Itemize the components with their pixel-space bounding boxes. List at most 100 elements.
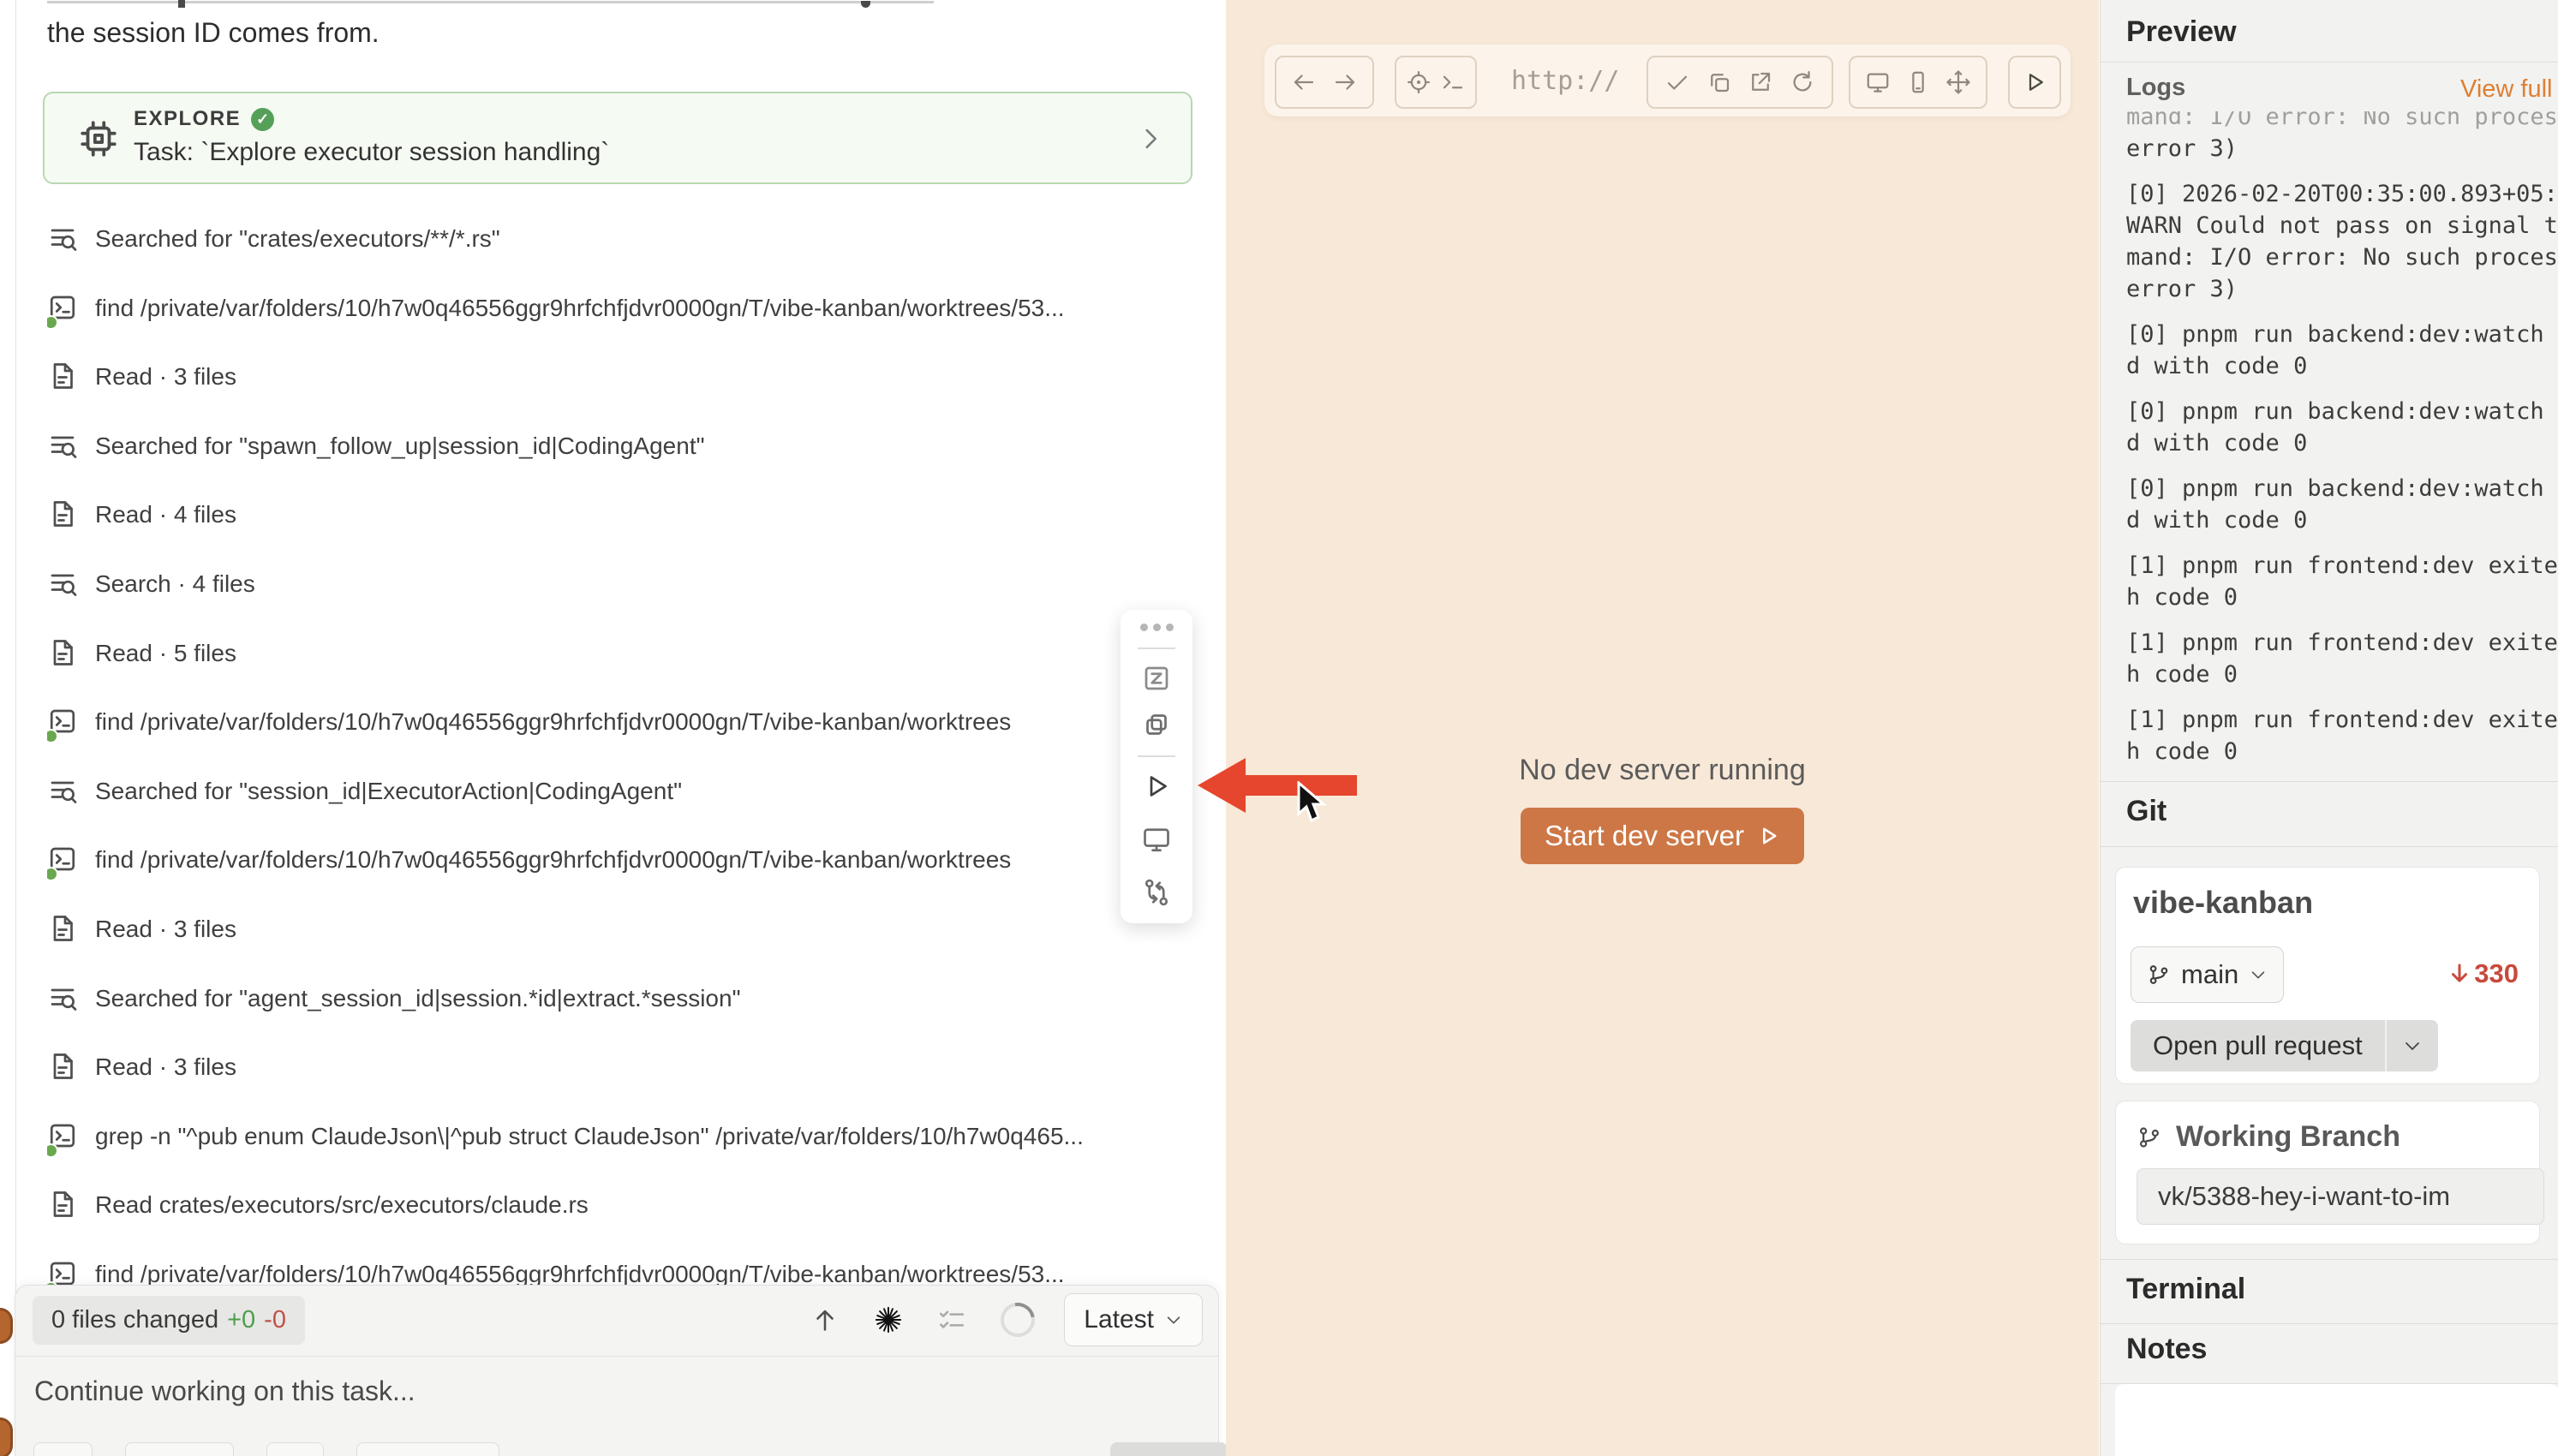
scratchpad-button[interactable] bbox=[1141, 663, 1172, 694]
sparkle-icon[interactable] bbox=[874, 1305, 903, 1334]
activity-item[interactable]: Read · 4 files bbox=[47, 493, 1204, 536]
activity-item[interactable]: Searched for "crates/executors/**/*.rs" bbox=[47, 218, 1204, 260]
log-line: error 3) bbox=[2126, 135, 2238, 162]
move-tool-icon[interactable] bbox=[1945, 69, 1971, 95]
activity-item[interactable]: Read · 3 files bbox=[47, 1046, 1204, 1089]
explore-task-card[interactable]: EXPLORE ✓ Task: `Explore executor sessio… bbox=[43, 92, 1192, 184]
activity-item[interactable]: Searched for "spawn_follow_up|session_id… bbox=[47, 425, 1204, 468]
activity-item[interactable]: Searched for "agent_session_id|session.*… bbox=[47, 977, 1204, 1020]
start-dev-server-button[interactable]: Start dev server bbox=[1521, 808, 1804, 864]
git-section-title: Git bbox=[2126, 795, 2167, 827]
attempt-version-dropdown[interactable]: Latest bbox=[1064, 1293, 1203, 1346]
base-branch-dropdown[interactable]: main bbox=[2131, 946, 2285, 1003]
terminal-prompt-icon[interactable] bbox=[1440, 69, 1466, 95]
branch-icon bbox=[2137, 1125, 2162, 1150]
log-line: [1] pnpm run frontend:dev exited wit bbox=[2126, 552, 2558, 579]
activity-item[interactable]: find /private/var/folders/10/h7w0q46556g… bbox=[47, 701, 1204, 743]
pr-options-dropdown[interactable] bbox=[2384, 1020, 2438, 1071]
back-icon[interactable] bbox=[1291, 69, 1317, 95]
composer-action-button[interactable] bbox=[33, 1442, 93, 1456]
activity-text: Searched for "crates/executors/**/*.rs" bbox=[95, 225, 500, 252]
open-external-icon[interactable] bbox=[1748, 69, 1773, 95]
activity-text: find /private/var/folders/10/h7w0q46556g… bbox=[95, 295, 1065, 321]
view-full-logs-link[interactable]: View full logs bbox=[2460, 75, 2558, 104]
activity-item[interactable]: find /private/var/folders/10/h7w0q46556g… bbox=[47, 287, 1204, 330]
git-actions-button[interactable] bbox=[1141, 877, 1172, 908]
composer-action-button[interactable] bbox=[125, 1442, 234, 1456]
composer-send-button[interactable] bbox=[1110, 1442, 1226, 1456]
copy-panels-button[interactable] bbox=[1141, 709, 1172, 740]
refresh-icon[interactable] bbox=[1790, 69, 1815, 95]
edge-decoration bbox=[0, 1308, 13, 1344]
browser-toolbar: http:// bbox=[1264, 45, 2071, 116]
notes-editor[interactable] bbox=[2115, 1384, 2558, 1456]
drag-handle[interactable] bbox=[1121, 624, 1192, 631]
log-entry: [0] pnpm run backend:dev:watch exite d wi… bbox=[2126, 396, 2558, 459]
notes-section-title[interactable]: Notes bbox=[2126, 1333, 2207, 1366]
log-line: h code 0 bbox=[2126, 738, 2238, 765]
mobile-view-icon[interactable] bbox=[1905, 69, 1931, 95]
file-icon bbox=[47, 636, 80, 671]
run-icon[interactable] bbox=[2022, 69, 2047, 95]
repo-name: vibe-kanban bbox=[2133, 885, 2314, 920]
url-field[interactable]: http:// bbox=[1511, 45, 1623, 116]
activity-text: grep -n "^pub enum ClaudeJson\|^pub stru… bbox=[95, 1123, 1084, 1149]
desktop-view-icon[interactable] bbox=[1865, 69, 1891, 95]
target-icon[interactable] bbox=[1406, 69, 1431, 95]
log-line: [1] pnpm run frontend:dev exited wit bbox=[2126, 630, 2558, 656]
base-branch-label: main bbox=[2181, 959, 2239, 989]
log-line: [0] pnpm run backend:dev:watch exite bbox=[2126, 475, 2558, 502]
edge-decoration bbox=[0, 1417, 13, 1456]
activity-item[interactable]: Read · 3 files bbox=[47, 355, 1204, 398]
mouse-cursor bbox=[1297, 781, 1328, 823]
log-line: h code 0 bbox=[2126, 584, 2238, 611]
working-branch-value[interactable]: vk/5388-hey-i-want-to-im bbox=[2137, 1168, 2544, 1225]
chevron-right-icon[interactable] bbox=[1136, 124, 1165, 153]
activity-item[interactable]: grep -n "^pub enum ClaudeJson\|^pub stru… bbox=[47, 1115, 1204, 1158]
files-changed-label: 0 files changed bbox=[51, 1305, 219, 1334]
start-dev-server-label: Start dev server bbox=[1545, 820, 1744, 851]
activity-text: Read · 5 files bbox=[95, 640, 236, 666]
dev-server-logs[interactable]: mand: I/O error: No such process (os erro… bbox=[2126, 101, 2558, 781]
working-branch-card: Working Branch vk/5388-hey-i-want-to-im bbox=[2115, 1101, 2544, 1244]
dev-server-button[interactable] bbox=[1141, 824, 1172, 855]
log-line: d with code 0 bbox=[2126, 507, 2308, 534]
log-line: [1] pnpm run frontend:dev exited wit bbox=[2126, 707, 2558, 733]
activity-item[interactable]: find /private/var/folders/10/h7w0q46556g… bbox=[47, 838, 1204, 881]
search-icon bbox=[47, 981, 80, 1017]
activity-item[interactable]: Read crates/executors/src/executors/clau… bbox=[47, 1184, 1204, 1226]
behind-count: 330 bbox=[2474, 958, 2519, 988]
check-icon[interactable] bbox=[1664, 69, 1690, 95]
activity-item[interactable]: Read · 3 files bbox=[47, 908, 1204, 951]
follow-up-input[interactable] bbox=[33, 1375, 1064, 1408]
additions-count: +0 bbox=[227, 1305, 256, 1334]
log-line: mand: I/O error: No such process (os bbox=[2126, 104, 2558, 130]
preview-pane: http:// No dev server running Start dev … bbox=[1226, 0, 2099, 1456]
log-entry: [1] pnpm run frontend:dev exited wit h co… bbox=[2126, 704, 2558, 767]
composer-action-button[interactable] bbox=[356, 1442, 499, 1456]
vibe-kanban-app: the session ID comes from. EXPLORE ✓ Tas… bbox=[0, 0, 2558, 1456]
terminal-section-title[interactable]: Terminal bbox=[2126, 1273, 2245, 1306]
terminal-icon bbox=[47, 704, 80, 743]
composer-card: 0 files changed +0 -0 Latest bbox=[15, 1285, 1226, 1456]
copy-url-icon[interactable] bbox=[1706, 69, 1732, 95]
activity-item[interactable]: Searched for "session_id|ExecutorAction|… bbox=[47, 770, 1204, 813]
scroll-to-top-icon[interactable] bbox=[810, 1305, 840, 1334]
composer-action-button[interactable] bbox=[266, 1442, 324, 1456]
git-card: vibe-kanban main 330 Open pull request bbox=[2115, 867, 2540, 1084]
log-line: d with code 0 bbox=[2126, 353, 2308, 379]
checklist-icon[interactable] bbox=[937, 1305, 966, 1334]
file-icon bbox=[47, 911, 80, 947]
panel-left-border bbox=[15, 0, 16, 1456]
files-changed-badge[interactable]: 0 files changed +0 -0 bbox=[33, 1295, 305, 1345]
forward-icon[interactable] bbox=[1332, 69, 1358, 95]
activity-item[interactable]: Read · 5 files bbox=[47, 632, 1204, 675]
file-icon bbox=[47, 359, 80, 395]
activity-item[interactable]: Search · 4 files bbox=[47, 563, 1204, 606]
details-sidebar: Preview Logs View full logs mand: I/O er… bbox=[2100, 0, 2558, 1456]
log-line: [0] pnpm run backend:dev:watch exite bbox=[2126, 321, 2558, 348]
search-icon bbox=[47, 428, 80, 464]
open-pull-request-button[interactable]: Open pull request bbox=[2131, 1020, 2385, 1071]
file-icon bbox=[47, 497, 80, 533]
play-button[interactable] bbox=[1141, 771, 1172, 802]
